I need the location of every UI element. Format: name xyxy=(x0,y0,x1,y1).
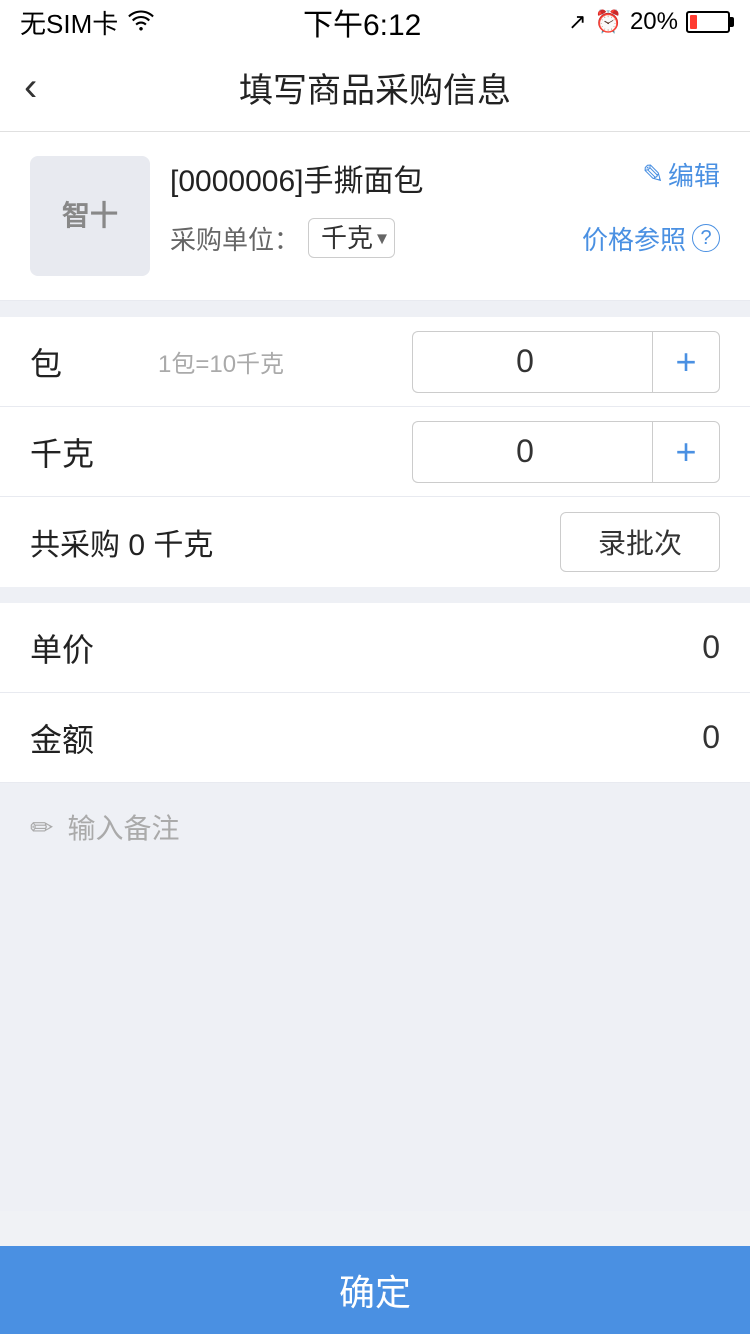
unit-label-text: 采购单位： xyxy=(170,220,300,257)
batch-button[interactable]: 录批次 xyxy=(560,512,720,572)
alarm-icon: ⏰ xyxy=(595,9,622,35)
price-ref-button[interactable]: 价格参照 ? xyxy=(582,220,720,257)
product-card: 智十 [0000006]手撕面包 ✎ 编辑 采购单位： 千克 价格参照 ? xyxy=(0,132,750,301)
pencil-icon: ✏ xyxy=(30,811,53,844)
kg-input-group: + xyxy=(150,421,720,483)
edit-icon: ✎ xyxy=(642,159,664,190)
kg-row: 千克 + xyxy=(0,407,750,497)
nav-bar: ‹ 填写商品采购信息 xyxy=(0,44,750,132)
unit-price-value: 0 xyxy=(702,629,720,666)
price-ref-help-icon: ? xyxy=(692,224,720,252)
total-text: 共采购 0 千克 xyxy=(30,520,213,564)
status-left: 无SIM卡 xyxy=(20,4,156,41)
bag-qty-input[interactable] xyxy=(412,331,652,393)
battery-icon xyxy=(686,11,730,33)
bag-label: 包 xyxy=(30,339,150,385)
bag-row: 包 1包=10千克 + xyxy=(0,317,750,407)
product-name: [0000006]手撕面包 xyxy=(170,156,423,200)
amount-label: 金额 xyxy=(30,715,94,761)
note-area[interactable]: ✏ 输入备注 xyxy=(0,783,750,871)
location-icon: ↗ xyxy=(568,9,586,35)
content-area xyxy=(0,871,750,1211)
edit-label: 编辑 xyxy=(668,156,720,193)
wifi-icon xyxy=(126,7,156,38)
product-info: [0000006]手撕面包 ✎ 编辑 采购单位： 千克 价格参照 ? xyxy=(170,156,720,258)
amount-row: 金额 0 xyxy=(0,693,750,783)
bag-plus-button[interactable]: + xyxy=(652,331,720,393)
price-section: 单价 0 金额 0 xyxy=(0,603,750,783)
product-image: 智十 xyxy=(30,156,150,276)
total-row: 共采购 0 千克 录批次 xyxy=(0,497,750,587)
separator-2 xyxy=(0,587,750,603)
status-right: ↗ ⏰ 20% xyxy=(568,8,730,36)
separator-1 xyxy=(0,301,750,317)
back-button[interactable]: ‹ xyxy=(24,65,37,110)
bag-input-group: + xyxy=(284,331,720,393)
bag-sublabel: 1包=10千克 xyxy=(158,344,284,379)
carrier-text: 无SIM卡 xyxy=(20,4,118,41)
kg-plus-button[interactable]: + xyxy=(652,421,720,483)
input-section: 包 1包=10千克 + 千克 + xyxy=(0,317,750,497)
unit-select[interactable]: 千克 xyxy=(308,218,395,258)
status-time: 下午6:12 xyxy=(303,0,421,44)
unit-price-label: 单价 xyxy=(30,625,94,671)
page-title: 填写商品采购信息 xyxy=(239,63,511,112)
kg-qty-input[interactable] xyxy=(412,421,652,483)
price-ref-label: 价格参照 xyxy=(582,220,686,257)
unit-price-row: 单价 0 xyxy=(0,603,750,693)
edit-button[interactable]: ✎ 编辑 xyxy=(642,156,720,193)
note-placeholder: 输入备注 xyxy=(67,807,179,847)
battery-percent: 20% xyxy=(630,8,678,36)
unit-select-wrapper[interactable]: 千克 xyxy=(308,218,395,258)
amount-value: 0 xyxy=(702,719,720,756)
product-logo: 智十 xyxy=(62,202,118,230)
confirm-button[interactable]: 确定 xyxy=(0,1246,750,1334)
status-bar: 无SIM卡 下午6:12 ↗ ⏰ 20% xyxy=(0,0,750,44)
kg-label: 千克 xyxy=(30,429,150,475)
unit-label: 采购单位： 千克 xyxy=(170,218,395,258)
